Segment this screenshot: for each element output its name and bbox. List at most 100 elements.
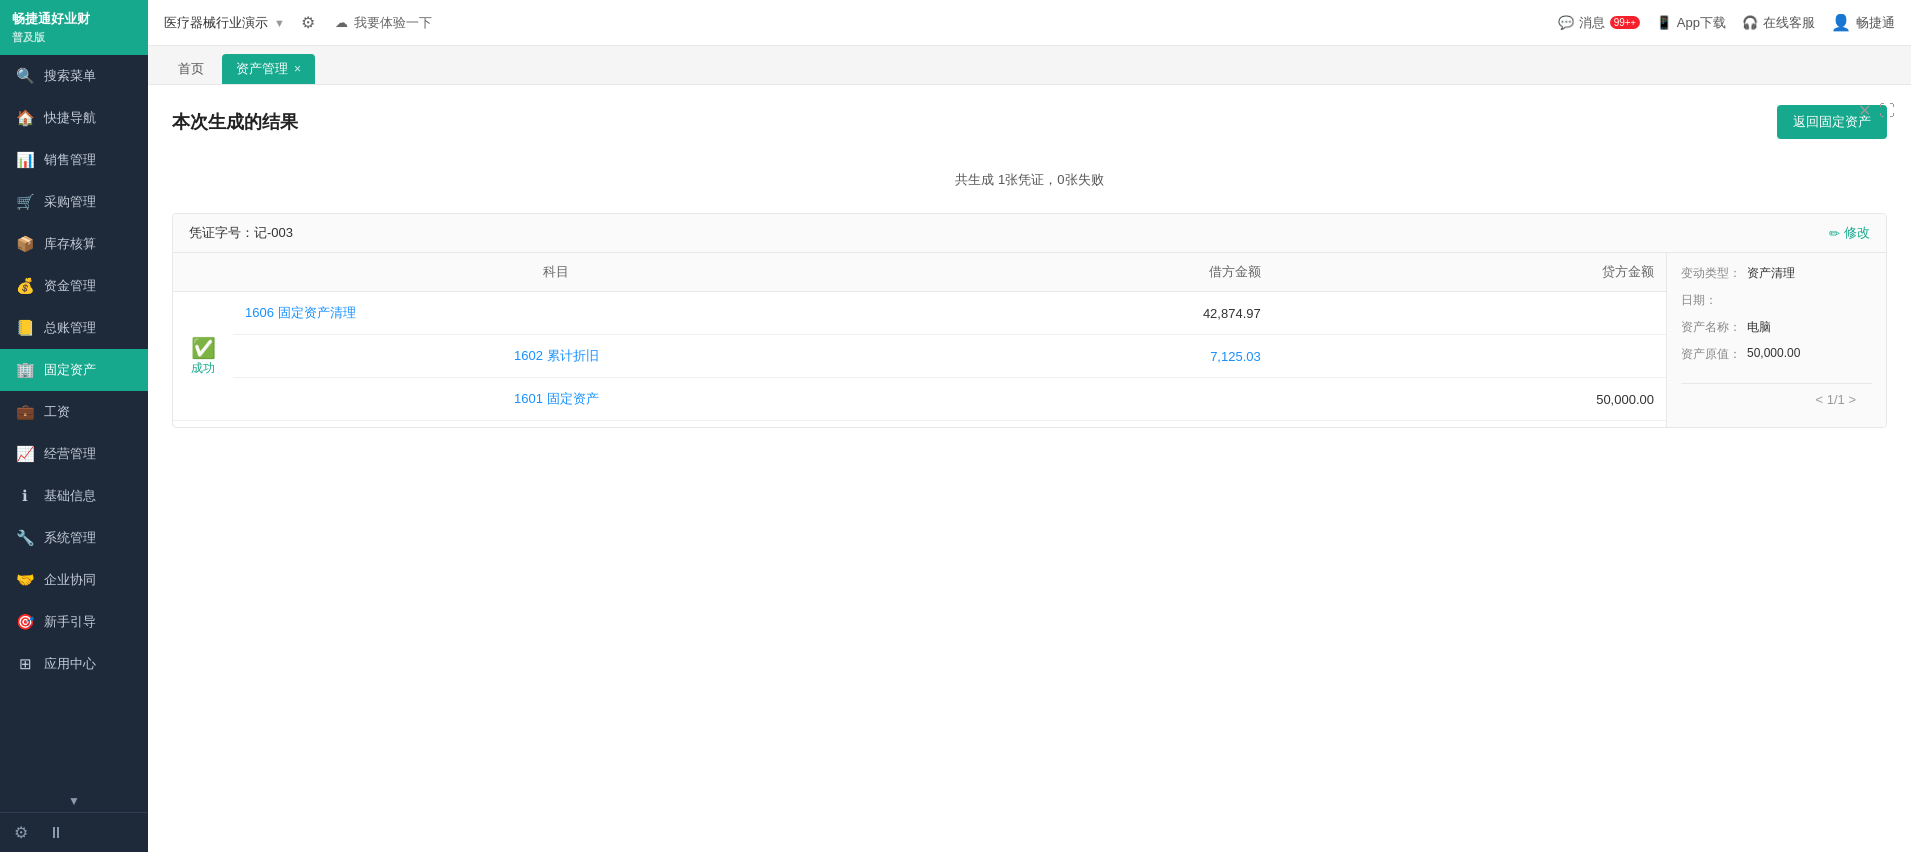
sidebar: 畅捷通好业财 普及版 🔍 搜索菜单 🏠快捷导航📊销售管理 🛒 采购管理 📦库存核算💰资金管… [0,0,148,852]
app-logo: 畅捷通好业财 普及版 [0,0,148,55]
sales-icon: 📊 [16,151,34,169]
settings-icon[interactable]: ⚙ [14,823,28,842]
result-summary: 共生成 1张凭证，0张失败 [172,159,1887,201]
edit-button[interactable]: ✏ 修改 [1829,224,1870,242]
app-edition: 普及版 [12,30,45,45]
sidebar-item-label: 搜索菜单 [44,67,96,85]
edit-label: 修改 [1844,224,1870,242]
user-avatar-icon: 👤 [1831,13,1851,32]
change-type-label: 变动类型： [1681,265,1741,282]
sidebar-item-label: 企业协同 [44,571,96,589]
sidebar-item-ledger[interactable]: 📒 总账管理 [0,307,148,349]
funds-icon: 💰 [16,277,34,295]
customer-service-button[interactable]: 🎧 在线客服 [1742,14,1815,32]
company-selector[interactable]: 医疗器械行业演示 ▼ [164,14,285,32]
message-label: 消息 [1579,14,1605,32]
message-badge: 99++ [1610,16,1640,29]
subject-cell: 1602 累计折旧 [233,335,879,378]
app-center-icon: ⊞ [16,655,34,673]
topbar: 医疗器械行业演示 ▼ ⚙ ☁ 我要体验一下 💬 消息 99++ 📱 App下载 … [148,0,1911,46]
voucher-info-panel: 变动类型： 资产清理 日期： 资产名称： 电脑 资产原值： 50,000.00 [1666,253,1886,427]
original-value-value: 50,000.00 [1747,346,1800,363]
success-checkmark-icon: ✅ [185,336,221,360]
purchase-icon: 🛒 [16,193,34,211]
sidebar-item-basic-info[interactable]: ℹ 基础信息 [0,475,148,517]
tab-home[interactable]: 首页 [164,54,218,84]
asset-name-row: 资产名称： 电脑 [1681,319,1872,336]
cloud-icon: ☁ [335,15,348,30]
sidebar-item-salary[interactable]: 💼工资 [0,391,148,433]
username: 畅捷通 [1856,14,1895,32]
col-status [173,253,233,292]
asset-name-value: 电脑 [1747,319,1771,336]
ledger-icon: 📒 [16,319,34,337]
pagination[interactable]: < 1/1 > [1681,383,1872,415]
message-icon: 💬 [1558,15,1574,30]
operations-icon: 📈 [16,445,34,463]
sidebar-item-app-center[interactable]: ⊞应用中心 [0,643,148,685]
app-download-button[interactable]: 📱 App下载 [1656,14,1726,32]
sidebar-item-search[interactable]: 🔍 搜索菜单 [0,55,148,97]
asset-name-label: 资产名称： [1681,319,1741,336]
col-credit: 贷方金额 [1273,253,1666,292]
original-value-label: 资产原值： [1681,346,1741,363]
sidebar-item-label: 采购管理 [44,193,96,211]
change-type-value: 资产清理 [1747,265,1795,282]
sidebar-item-funds[interactable]: 💰资金管理 [0,265,148,307]
sidebar-item-purchase[interactable]: 🛒 采购管理 [0,181,148,223]
sidebar-item-quick-nav[interactable]: 🏠快捷导航 [0,97,148,139]
message-button[interactable]: 💬 消息 99++ [1558,14,1640,32]
sidebar-bottom-bar: ⚙ ⏸ [0,812,148,852]
sidebar-item-inventory[interactable]: 📦库存核算 [0,223,148,265]
headset-icon: 🎧 [1742,15,1758,30]
sidebar-item-label: 快捷导航 [44,109,96,127]
user-profile[interactable]: 👤 畅捷通 [1831,13,1895,32]
basic-info-icon: ℹ [16,487,34,505]
content-area: 本次生成的结果 返回固定资产 ✕ ⛶ 共生成 1张凭证，0张失败 凭证字号：记-… [148,85,1911,852]
credit-cell [1273,292,1666,335]
debit-cell: 7,125.03 [879,335,1272,378]
sidebar-item-guide[interactable]: 🎯新手引导 [0,601,148,643]
status-cell: ✅ 成功 [173,292,233,421]
sidebar-item-label: 经营管理 [44,445,96,463]
sidebar-item-system[interactable]: 🔧 系统管理 [0,517,148,559]
date-label: 日期： [1681,292,1717,309]
system-icon: 🔧 [16,529,34,547]
page-title-row: 本次生成的结果 返回固定资产 [172,105,1887,139]
col-debit: 借方金额 [879,253,1272,292]
debit-cell: 42,874.97 [879,292,1272,335]
table-row: 1601 固定资产 50,000.00 [173,378,1666,421]
sidebar-item-operations[interactable]: 📈 经营管理 [0,433,148,475]
guide-icon: 🎯 [16,613,34,631]
tab-asset-management[interactable]: 资产管理 × [222,54,315,84]
sidebar-item-fixed-assets[interactable]: 🏢固定资产 [0,349,148,391]
table-row: ✅ 成功 1606 固定资产清理 42,874.97 [173,292,1666,335]
col-subject: 科目 [233,253,879,292]
sidebar-item-label: 总账管理 [44,319,96,337]
company-arrow-icon: ▼ [274,17,285,29]
edit-icon: ✏ [1829,226,1840,241]
debit-cell [879,378,1272,421]
sidebar-item-enterprise[interactable]: 🤝企业协同 [0,559,148,601]
credit-cell: 50,000.00 [1273,378,1666,421]
sidebar-item-label: 基础信息 [44,487,96,505]
voucher-card: 凭证字号：记-003 ✏ 修改 科目 借方金额 贷方金额 [172,213,1887,428]
topbar-settings-icon[interactable]: ⚙ [301,13,315,32]
summary-text: 共生成 1张凭证，0张失败 [955,172,1103,187]
download-icon: 📱 [1656,15,1672,30]
experience-button[interactable]: ☁ 我要体验一下 [335,14,432,32]
date-row: 日期： [1681,292,1872,309]
experience-label: 我要体验一下 [354,14,432,32]
expand-panel-button[interactable]: ⛶ [1879,101,1895,120]
search-icon: 🔍 [16,67,34,85]
close-panel-button[interactable]: ✕ [1858,101,1871,120]
sidebar-item-label: 系统管理 [44,529,96,547]
sidebar-item-sales[interactable]: 📊销售管理 [0,139,148,181]
sidebar-item-label: 工资 [44,403,70,421]
subject-cell: 1601 固定资产 [233,378,879,421]
tab-close-icon[interactable]: × [294,62,301,76]
toggle-icon[interactable]: ⏸ [48,824,64,842]
credit-cell [1273,335,1666,378]
pagination-text: < 1/1 > [1816,392,1856,407]
scroll-down-indicator[interactable]: ▼ [0,790,148,812]
